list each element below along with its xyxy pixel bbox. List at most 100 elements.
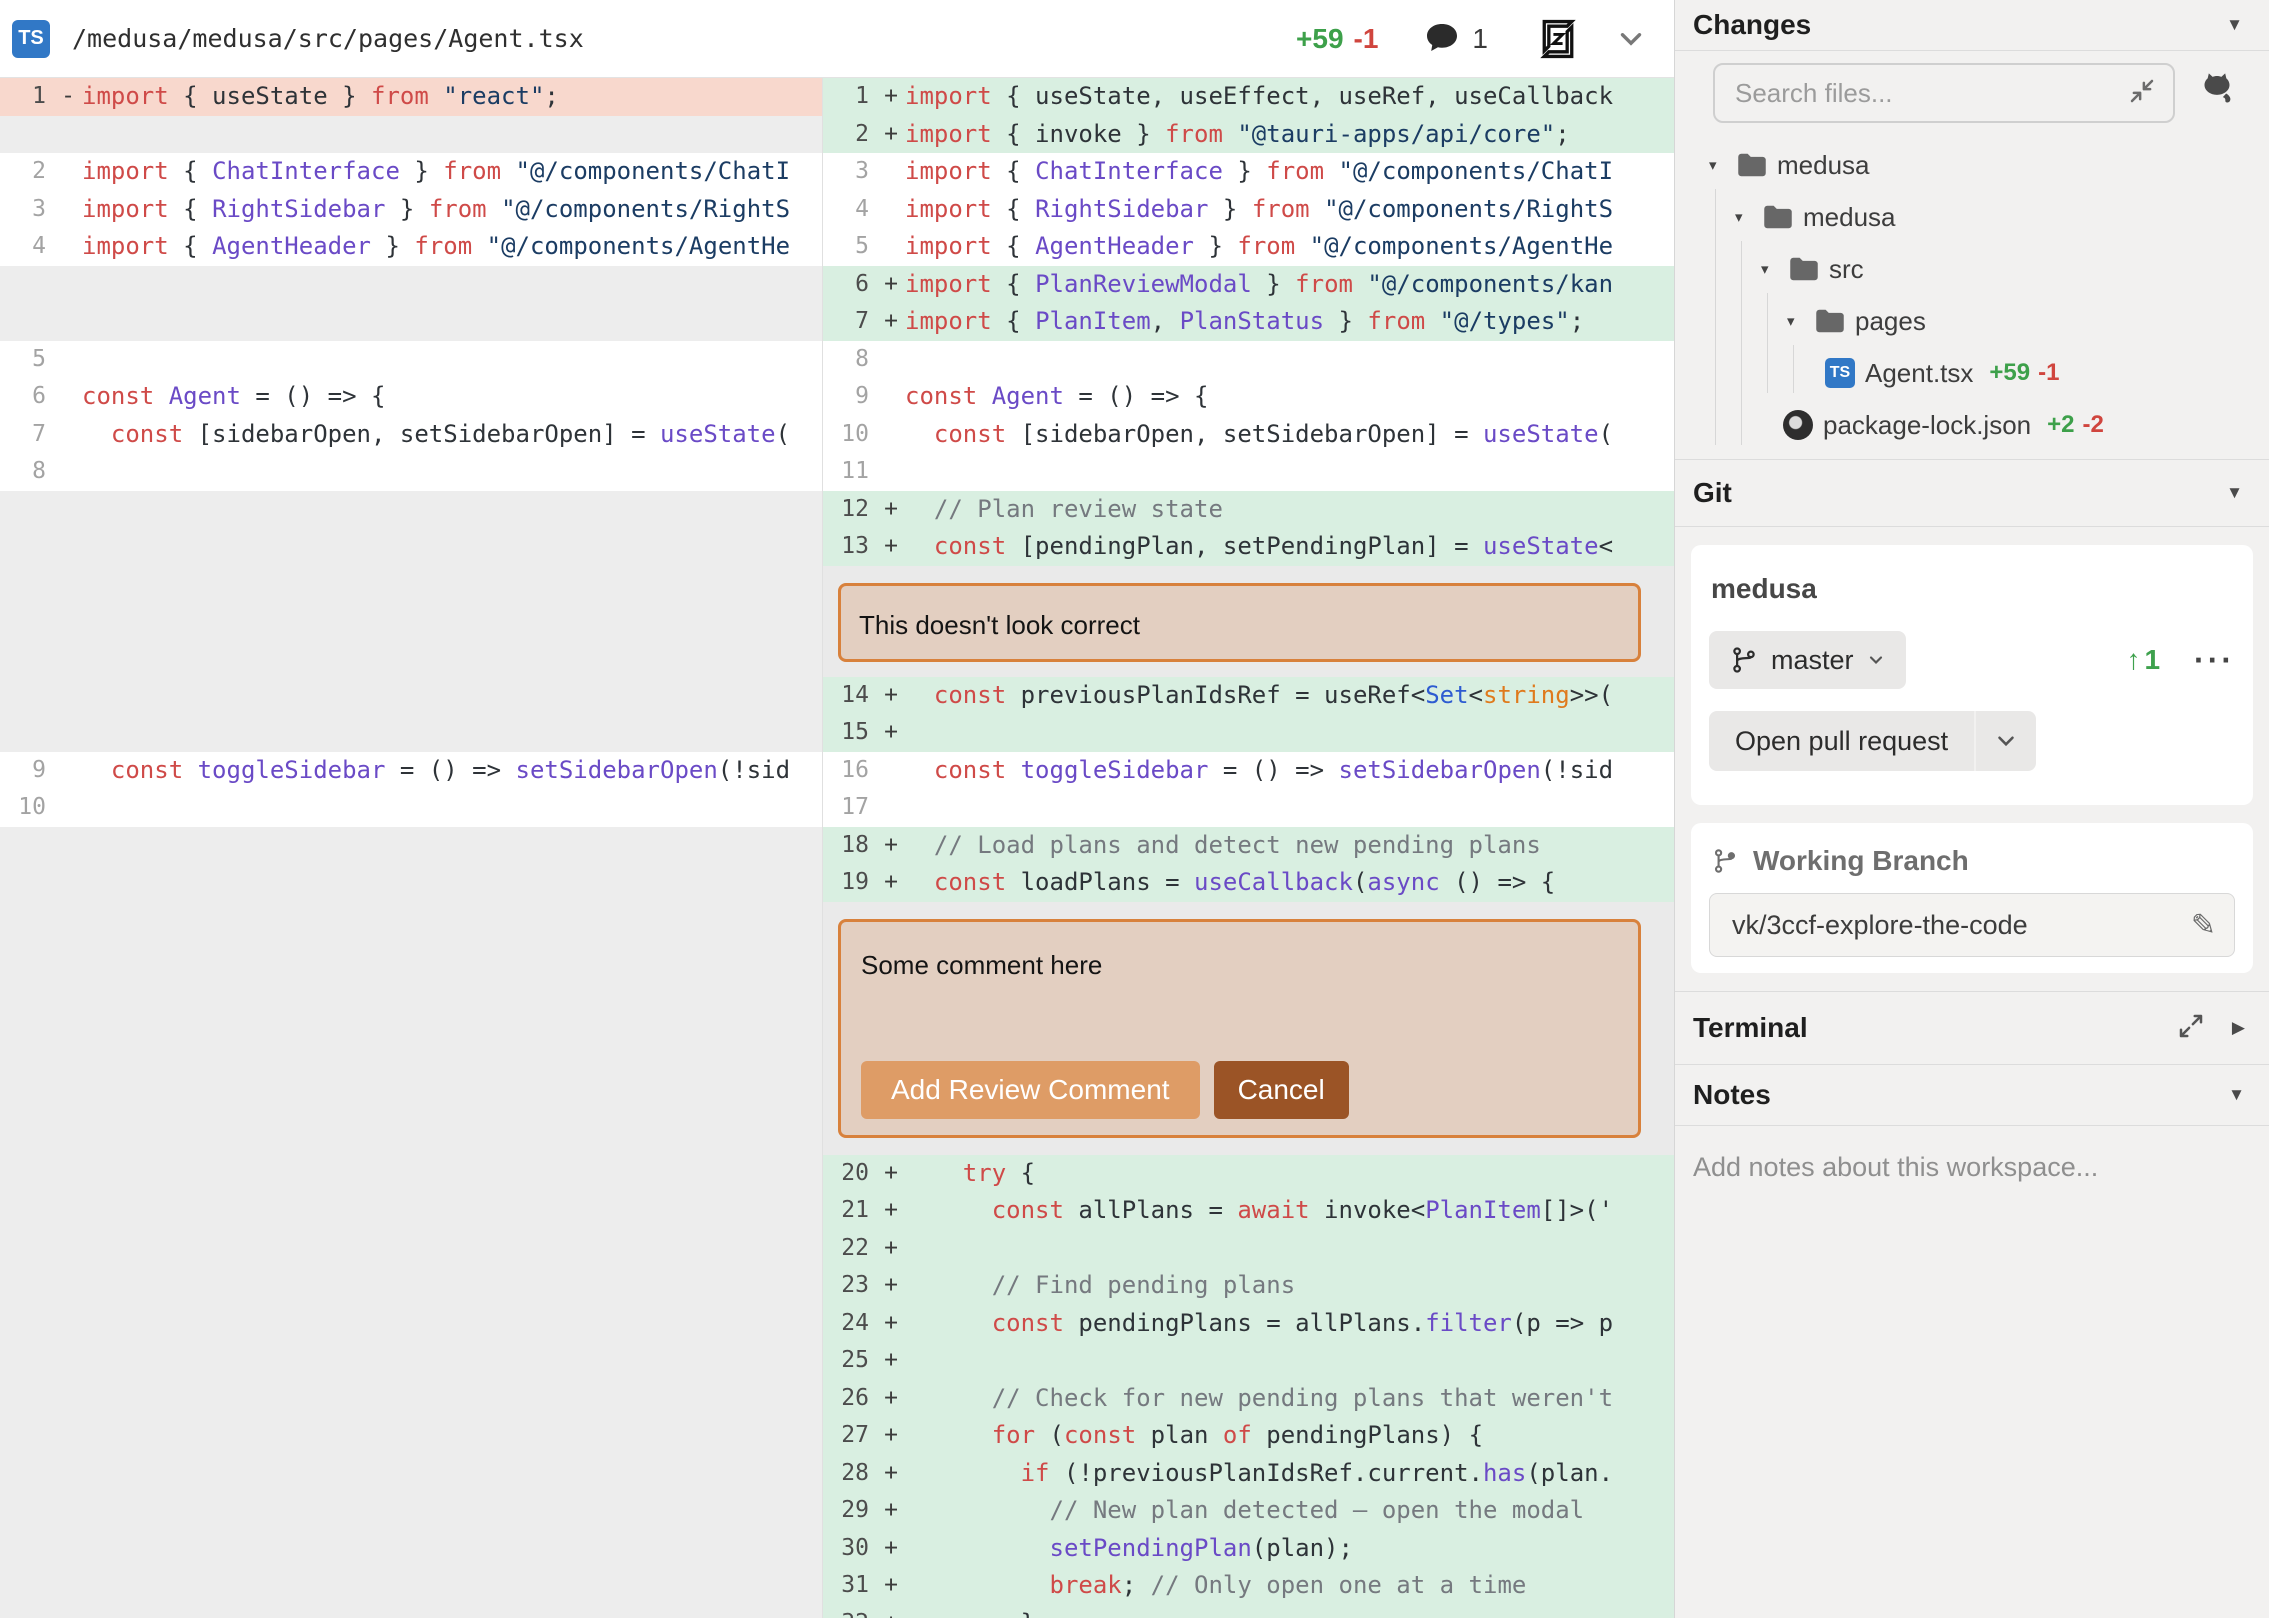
diff-code-line[interactable]: 19+ const loadPlans = useCallback(async … xyxy=(822,864,1674,902)
git-section-header[interactable]: Git ▼ xyxy=(1675,460,2269,526)
collapse-triangle-icon[interactable]: ▼ xyxy=(2228,1085,2245,1105)
diff-code-line[interactable]: 27+ for (const plan of pendingPlans) { xyxy=(822,1417,1674,1455)
diff-code-line[interactable]: 25+ xyxy=(822,1342,1674,1380)
edit-pencil-icon[interactable]: ✎ xyxy=(2191,908,2216,943)
diff-code-line[interactable]: 3import { RightSidebar } from "@/compone… xyxy=(0,191,822,229)
folder-icon xyxy=(1815,308,1845,334)
comment-bubble-icon[interactable] xyxy=(1424,21,1460,57)
diff-marker xyxy=(54,228,82,266)
diff-code-line[interactable]: 6const Agent = () => { xyxy=(0,378,822,416)
chevron-down-icon[interactable]: ▾ xyxy=(1761,260,1779,278)
expand-icon[interactable] xyxy=(2176,1011,2206,1046)
chevron-down-icon[interactable]: ▾ xyxy=(1787,312,1805,330)
diff-code-line[interactable]: 18+ // Load plans and detect new pending… xyxy=(822,827,1674,865)
collapse-tree-icon[interactable] xyxy=(2127,76,2157,111)
diff-code-line[interactable]: 14+ const previousPlanIdsRef = useRef<Se… xyxy=(822,677,1674,715)
tree-item-pages[interactable]: ▾pages xyxy=(1675,295,2269,347)
diff-marker xyxy=(54,416,82,454)
review-comment[interactable]: This doesn't look correct xyxy=(838,583,1641,662)
diff-code-line[interactable]: 24+ const pendingPlans = allPlans.filter… xyxy=(822,1305,1674,1343)
diff-code-line[interactable]: 6+import { PlanReviewModal } from "@/com… xyxy=(822,266,1674,304)
diff-code-line[interactable]: 20+ try { xyxy=(822,1155,1674,1193)
diff-code-line[interactable]: 8 xyxy=(822,341,1674,379)
diff-code-line[interactable]: 15+ xyxy=(822,714,1674,752)
diff-code-line[interactable]: 17 xyxy=(822,789,1674,827)
diff-code-line[interactable]: 12+ // Plan review state xyxy=(822,491,1674,529)
diff-marker: + xyxy=(877,1267,905,1305)
diff-code-line[interactable]: 22+ xyxy=(822,1230,1674,1268)
diff-code-line[interactable]: 2+import { invoke } from "@tauri-apps/ap… xyxy=(822,116,1674,154)
tree-item-agent-tsx[interactable]: TSAgent.tsx+59-1 xyxy=(1675,347,2269,399)
diff-code-line[interactable]: 21+ const allPlans = await invoke<PlanIt… xyxy=(822,1192,1674,1230)
diff-code-line[interactable]: 4import { RightSidebar } from "@/compone… xyxy=(822,191,1674,229)
repo-name: medusa xyxy=(1711,573,2235,605)
diff-code-line[interactable]: 11 xyxy=(822,453,1674,491)
code-text xyxy=(905,714,1674,752)
expand-right-triangle-icon[interactable]: ▶ xyxy=(2232,1018,2245,1038)
zed-editor-icon[interactable] xyxy=(1536,17,1580,61)
notes-section-header[interactable]: Notes ▼ xyxy=(1675,1065,2269,1125)
terminal-section-header[interactable]: Terminal ▶ xyxy=(1675,992,2269,1064)
diff-code-line[interactable]: 10 xyxy=(0,789,822,827)
diff-code-line[interactable]: 8 xyxy=(0,453,822,491)
diff-code-line[interactable]: 7 const [sidebarOpen, setSidebarOpen] = … xyxy=(0,416,822,454)
diff-row: 23+ // Find pending plans xyxy=(0,1267,1674,1305)
branch-selector[interactable]: master xyxy=(1709,631,1906,689)
diff-row: Some comment here Add Review CommentCance… xyxy=(0,902,1674,1155)
diff-code-line[interactable]: 29+ // New plan detected — open the moda… xyxy=(822,1492,1674,1530)
diff-code-line[interactable]: 4import { AgentHeader } from "@/componen… xyxy=(0,228,822,266)
diff-stats: +59 -1 xyxy=(1296,23,1378,55)
cancel-button[interactable]: Cancel xyxy=(1214,1061,1349,1119)
chevron-down-icon[interactable]: ▾ xyxy=(1709,156,1727,174)
add-review-comment-button[interactable]: Add Review Comment xyxy=(861,1061,1200,1119)
diff-code-line[interactable]: 2import { ChatInterface } from "@/compon… xyxy=(0,153,822,191)
search-files-box[interactable] xyxy=(1713,63,2175,123)
diff-code-line[interactable]: 10 const [sidebarOpen, setSidebarOpen] =… xyxy=(822,416,1674,454)
overflow-menu-icon[interactable]: ··· xyxy=(2194,642,2235,679)
open-pull-request-button[interactable]: Open pull request xyxy=(1709,711,1974,771)
diff-code-line[interactable]: 31+ break; // Only open one at a time xyxy=(822,1567,1674,1605)
working-branch-field[interactable]: vk/3ccf-explore-the-code ✎ xyxy=(1709,893,2235,957)
diff-row: 1017 xyxy=(0,789,1674,827)
github-cat-icon[interactable] xyxy=(2197,71,2237,116)
chevron-down-icon[interactable] xyxy=(1614,22,1648,56)
tree-item-medusa[interactable]: ▾medusa xyxy=(1675,191,2269,243)
diff-code-line[interactable]: 1-import { useState } from "react"; xyxy=(0,78,822,116)
diff-code-line[interactable]: 16 const toggleSidebar = () => setSideba… xyxy=(822,752,1674,790)
pull-request-options-button[interactable] xyxy=(1974,711,2036,771)
notes-placeholder[interactable]: Add notes about this workspace... xyxy=(1675,1126,2269,1209)
line-number: 17 xyxy=(823,789,869,827)
diff-code-line[interactable]: 32+ } xyxy=(822,1605,1674,1618)
diff-code-line[interactable]: 23+ // Find pending plans xyxy=(822,1267,1674,1305)
diff-code-line[interactable]: 7+import { PlanItem, PlanStatus } from "… xyxy=(822,303,1674,341)
indent-guide xyxy=(1715,189,1716,445)
collapse-triangle-icon[interactable]: ▼ xyxy=(2226,15,2243,35)
diff-code-line[interactable]: 9const Agent = () => { xyxy=(822,378,1674,416)
tree-item-medusa[interactable]: ▾medusa xyxy=(1675,139,2269,191)
diff-code-line[interactable]: 5 xyxy=(0,341,822,379)
changes-section-header[interactable]: Changes ▼ xyxy=(1675,0,2269,50)
indent-guide xyxy=(1767,293,1768,393)
line-number: 18 xyxy=(823,827,869,865)
diff-code-line[interactable]: 26+ // Check for new pending plans that … xyxy=(822,1380,1674,1418)
search-files-input[interactable] xyxy=(1733,77,2127,110)
diff-marker: + xyxy=(877,827,905,865)
diff-code-line[interactable]: 1+import { useState, useEffect, useRef, … xyxy=(822,78,1674,116)
diff-code-line[interactable]: 13+ const [pendingPlan, setPendingPlan] … xyxy=(822,528,1674,566)
diff-code-line[interactable]: 3import { ChatInterface } from "@/compon… xyxy=(822,153,1674,191)
diff-code-line[interactable]: 28+ if (!previousPlanIdsRef.current.has(… xyxy=(822,1455,1674,1493)
diff-row: 7 const [sidebarOpen, setSidebarOpen] = … xyxy=(0,416,1674,454)
collapse-triangle-icon[interactable]: ▼ xyxy=(2226,483,2243,503)
diff-code-line[interactable]: 9 const toggleSidebar = () => setSidebar… xyxy=(0,752,822,790)
diff-row: 28+ if (!previousPlanIdsRef.current.has(… xyxy=(0,1455,1674,1493)
tree-item-package-lock-json[interactable]: package-lock.json+2-2 xyxy=(1675,399,2269,451)
diff-code-line[interactable]: 30+ setPendingPlan(plan); xyxy=(822,1530,1674,1568)
diff-code-line[interactable]: 5import { AgentHeader } from "@/componen… xyxy=(822,228,1674,266)
diff-row: 58 xyxy=(0,341,1674,379)
comment-composer[interactable]: Some comment here Add Review CommentCance… xyxy=(838,919,1641,1138)
tree-item-src[interactable]: ▾src xyxy=(1675,243,2269,295)
deletions-count: -1 xyxy=(1354,23,1379,55)
chevron-down-icon[interactable]: ▾ xyxy=(1735,208,1753,226)
comment-input[interactable]: Some comment here xyxy=(841,922,1638,981)
git-title: Git xyxy=(1693,477,1732,509)
